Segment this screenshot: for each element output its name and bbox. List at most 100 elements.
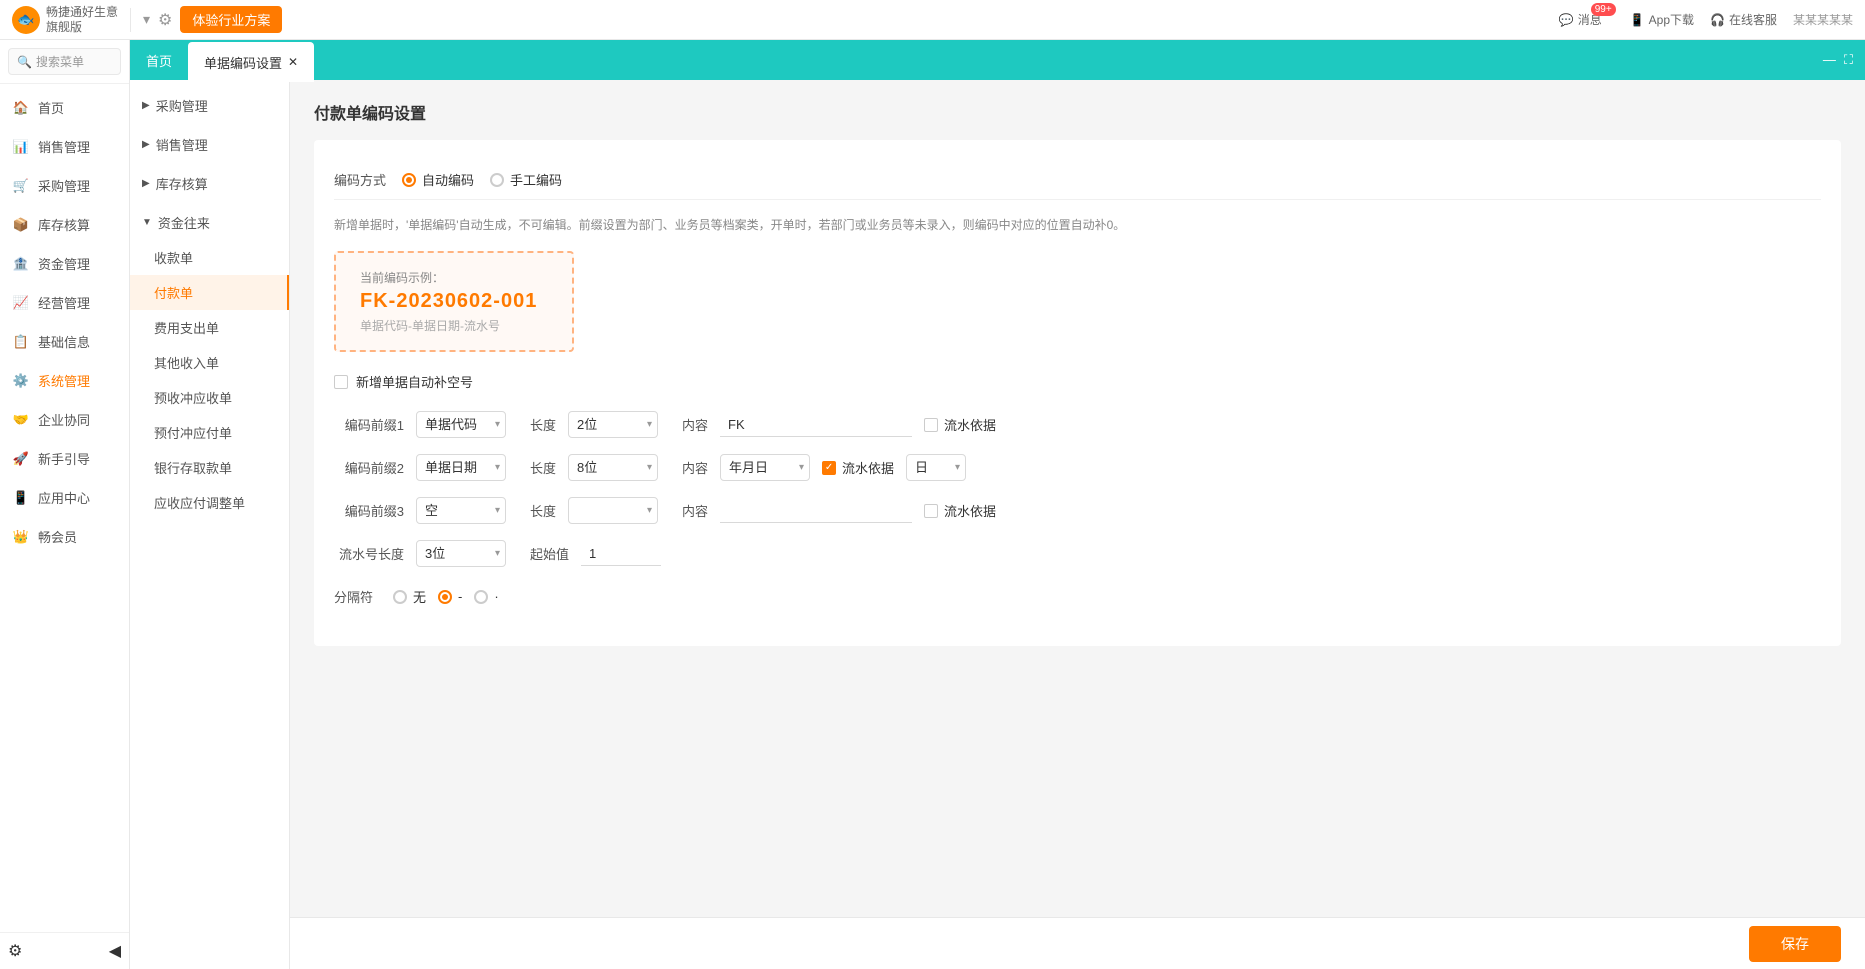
sub-nav-reconcile[interactable]: 应收应付调整单 (130, 485, 289, 520)
search-icon: 🔍 (17, 55, 32, 69)
prefix2-select-wrapper: 单据日期 单据代码 空 (416, 454, 506, 481)
settings-bottom-icon[interactable]: ⚙ (8, 941, 22, 961)
prefix1-select[interactable]: 单据代码 单据日期 空 (416, 411, 506, 438)
system-icon: ⚙️ (12, 372, 30, 390)
sub-nav-other-income[interactable]: 其他收入单 (130, 345, 289, 380)
sub-nav-receipt[interactable]: 收款单 (130, 240, 289, 275)
info-text: 新增单据时，'单据编码'自动生成，不可编辑。前缀设置为部门、业务员等档案类，开单… (334, 216, 1821, 235)
prefix1-length-wrapper: 2位 3位 4位 (568, 411, 658, 438)
sub-nav-payment[interactable]: 付款单 (130, 275, 289, 310)
prefix3-flow-checkbox[interactable] (924, 504, 938, 518)
member-icon: 👑 (12, 528, 30, 546)
sidebar-item-finance[interactable]: 🏦 资金管理 (0, 244, 129, 283)
sep-dot[interactable]: · (474, 589, 498, 604)
prefix2-flow-checkbox[interactable]: ✓ (822, 461, 836, 475)
sidebar-item-guide[interactable]: 🚀 新手引导 (0, 439, 129, 478)
sub-nav-pre-collect[interactable]: 预收冲应收单 (130, 380, 289, 415)
prefix2-select[interactable]: 单据日期 单据代码 空 (416, 454, 506, 481)
tab-home[interactable]: 首页 (130, 40, 188, 80)
message-btn[interactable]: 💬 消息 99+ (1559, 11, 1614, 28)
tab-maximize-icon[interactable]: ⛶ (1844, 52, 1853, 68)
industry-btn[interactable]: 体验行业方案 (180, 6, 282, 33)
finance-icon: 🏦 (12, 255, 30, 273)
tab-close-icon[interactable]: ✕ (288, 55, 298, 69)
sub-nav-inventory-header[interactable]: ▶ 库存核算 (130, 166, 289, 201)
prefix1-row: 编码前缀1 单据代码 单据日期 空 长度 (334, 411, 1821, 438)
serial-start-input[interactable] (581, 542, 661, 566)
guide-icon: 🚀 (12, 450, 30, 468)
content-area: ▶ 采购管理 ▶ 销售管理 ▶ 库存核算 (130, 80, 1865, 969)
user-info[interactable]: 某某某某某 (1793, 11, 1853, 28)
sub-nav-expense[interactable]: 费用支出单 (130, 310, 289, 345)
prefix3-length-wrapper (568, 497, 658, 524)
online-service-btn[interactable]: 🎧 在线客服 (1710, 11, 1777, 28)
topbar-dropdown[interactable]: ▾ (143, 11, 150, 28)
sep-dash[interactable]: - (438, 589, 462, 604)
save-button[interactable]: 保存 (1749, 926, 1841, 962)
sidebar-item-collab[interactable]: 🤝 企业协同 (0, 400, 129, 439)
prefix3-flow-check: 流水依据 (924, 501, 996, 520)
sub-nav-sales: ▶ 销售管理 (130, 127, 289, 162)
app-download-btn[interactable]: 📱 App下载 (1630, 11, 1694, 28)
sep-none-radio (393, 590, 407, 604)
sidebar-item-home[interactable]: 🏠 首页 (0, 88, 129, 127)
radio-manual-circle (490, 173, 504, 187)
prefix3-length-select[interactable] (568, 497, 658, 524)
sidebar-item-sales[interactable]: 📊 销售管理 (0, 127, 129, 166)
auto-fill-row: 新增单据自动补空号 (334, 372, 1821, 391)
sidebar-item-system[interactable]: ⚙️ 系统管理 (0, 361, 129, 400)
sales-icon: 📊 (12, 138, 30, 156)
main-content: 付款单编码设置 编码方式 自动编码 (290, 80, 1865, 917)
prefix1-flow-checkbox[interactable] (924, 418, 938, 432)
sidebar-search: 🔍 搜索菜单 (0, 40, 129, 84)
serial-length-select[interactable]: 3位 4位 5位 (416, 540, 506, 567)
sidebar-item-operations[interactable]: 📈 经营管理 (0, 283, 129, 322)
logo: 🐟 畅捷通好生意 旗舰版 (12, 5, 118, 34)
prefix1-length-select[interactable]: 2位 3位 4位 (568, 411, 658, 438)
sub-nav-purchase-header[interactable]: ▶ 采购管理 (130, 88, 289, 123)
tab-minimize-icon[interactable]: — (1823, 52, 1836, 68)
topbar-right: 💬 消息 99+ 📱 App下载 🎧 在线客服 某某某某某 (1559, 11, 1853, 28)
prefix2-flow-unit-wrapper: 日 月 年 (906, 454, 966, 481)
sidebar-item-base[interactable]: 📋 基础信息 (0, 322, 129, 361)
preview-box: 当前编码示例： FK-20230602-001 单据代码-单据日期-流水号 (334, 251, 574, 352)
topbar: 🐟 畅捷通好生意 旗舰版 ▾ ⚙ 体验行业方案 💬 消息 99+ 📱 App下载… (0, 0, 1865, 40)
sidebar-item-purchase[interactable]: 🛒 采购管理 (0, 166, 129, 205)
purchase-icon: 🛒 (12, 177, 30, 195)
prefix3-content-input[interactable] (720, 499, 912, 523)
sidebar-item-apps[interactable]: 📱 应用中心 (0, 478, 129, 517)
encoding-radio-group: 自动编码 手工编码 (402, 170, 562, 189)
sep-dash-radio (438, 590, 452, 604)
form-card: 编码方式 自动编码 手工编码 (314, 140, 1841, 646)
radio-auto[interactable]: 自动编码 (402, 170, 474, 189)
sep-none[interactable]: 无 (393, 587, 426, 606)
collapse-icon[interactable]: ◀ (109, 941, 121, 961)
sidebar-item-member[interactable]: 👑 畅会员 (0, 517, 129, 556)
prefix2-content-wrapper: 年月日 年月 年 (720, 454, 810, 481)
settings-icon[interactable]: ⚙ (158, 10, 172, 30)
topbar-left: 🐟 畅捷通好生意 旗舰版 ▾ ⚙ 体验行业方案 (12, 5, 282, 34)
separator-options: 无 - · (393, 587, 499, 606)
main-layout: 🔍 搜索菜单 🏠 首页 📊 销售管理 🛒 采购管理 📦 库存核算 🏦 (0, 40, 1865, 969)
radio-auto-circle (402, 173, 416, 187)
auto-fill-checkbox[interactable] (334, 375, 348, 389)
collab-icon: 🤝 (12, 411, 30, 429)
app-icon: 📱 (1630, 13, 1645, 27)
sub-nav-capital-header[interactable]: ▼ 资金往来 (130, 205, 289, 240)
prefix2-content-select[interactable]: 年月日 年月 年 (720, 454, 810, 481)
tab-bar: 首页 单据编码设置 ✕ — ⛶ (130, 40, 1865, 80)
search-menu-btn[interactable]: 🔍 搜索菜单 (8, 48, 121, 75)
prefix2-length-select[interactable]: 8位 6位 4位 (568, 454, 658, 481)
prefix3-select[interactable]: 空 单据代码 单据日期 (416, 497, 506, 524)
prefix2-flow-unit-select[interactable]: 日 月 年 (906, 454, 966, 481)
prefix2-row: 编码前缀2 单据日期 单据代码 空 长度 (334, 454, 1821, 481)
sub-nav-pre-pay[interactable]: 预付冲应付单 (130, 415, 289, 450)
sub-nav-purchase: ▶ 采购管理 (130, 88, 289, 123)
tab-code-setting[interactable]: 单据编码设置 ✕ (188, 42, 314, 82)
sidebar-item-inventory[interactable]: 📦 库存核算 (0, 205, 129, 244)
radio-manual[interactable]: 手工编码 (490, 170, 562, 189)
sub-nav-sales-header[interactable]: ▶ 销售管理 (130, 127, 289, 162)
home-icon: 🏠 (12, 99, 30, 117)
sub-nav-bank-deposit[interactable]: 银行存取款单 (130, 450, 289, 485)
prefix1-content-input[interactable] (720, 413, 912, 437)
